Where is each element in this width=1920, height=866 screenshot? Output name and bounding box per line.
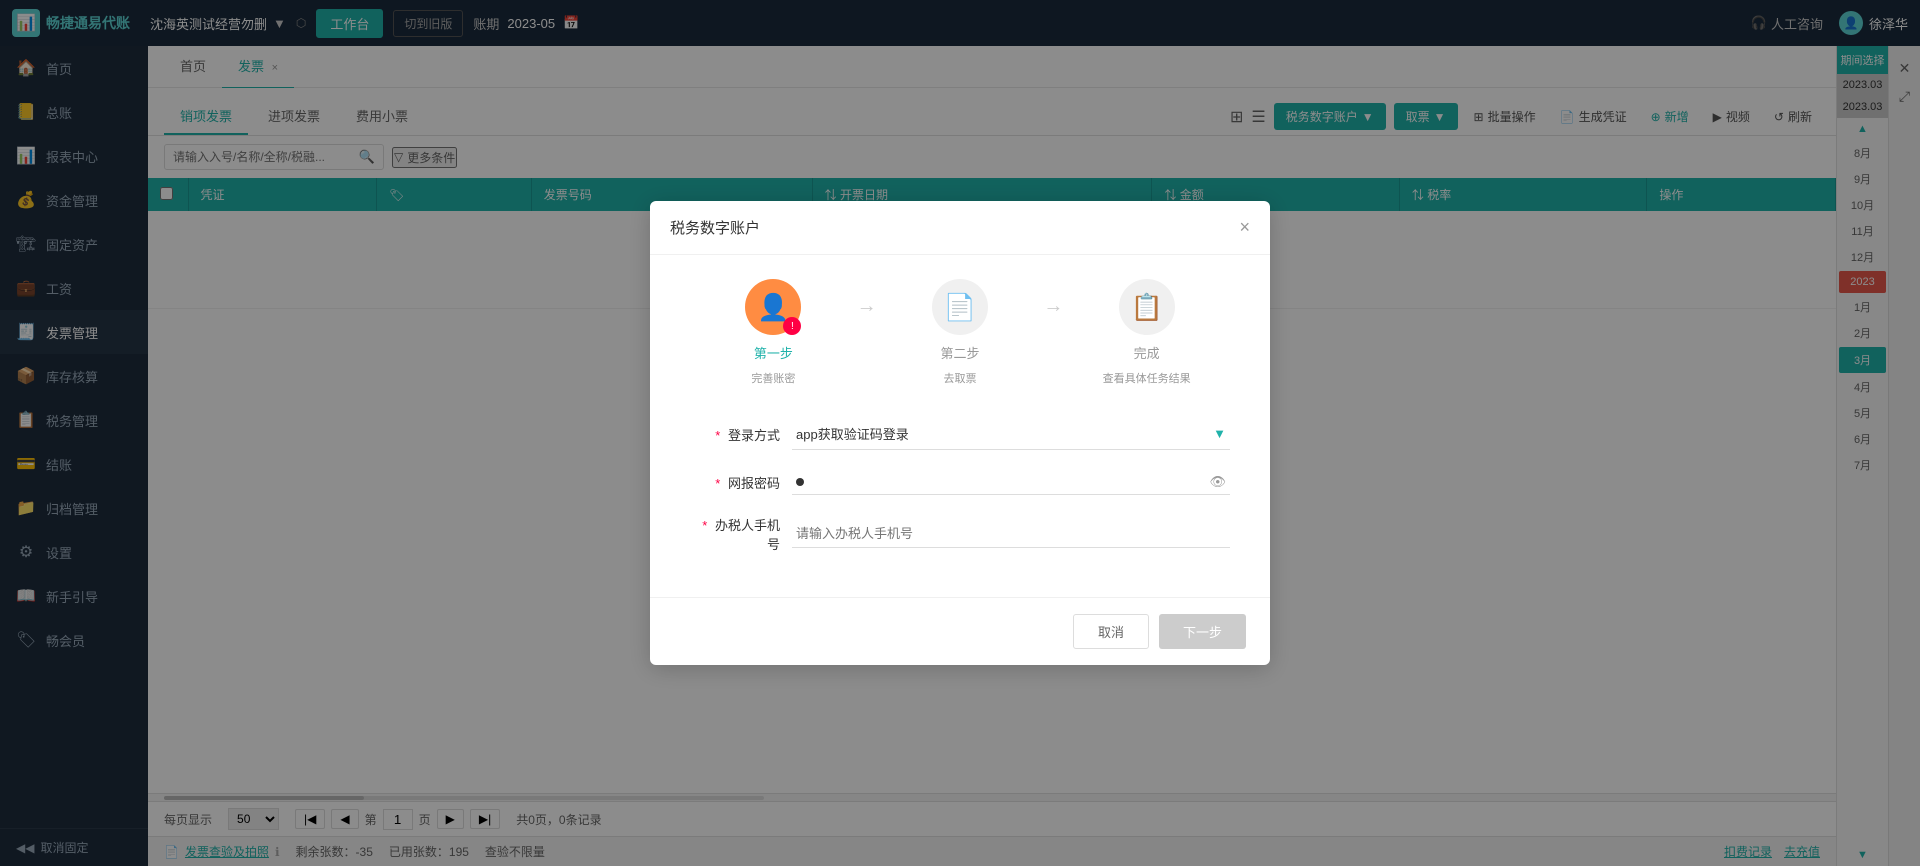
step-3-label: 完成 — [1134, 343, 1160, 362]
step-1-circle: 👤 ! — [745, 279, 801, 335]
login-method-value: app获取验证码登录 — [796, 424, 909, 443]
modal-title: 税务数字账户 — [670, 217, 760, 238]
phone-field-wrapper — [792, 520, 1230, 548]
step-2-icon: 📄 — [944, 292, 976, 323]
step-3: 📋 完成 查看具体任务结果 — [1063, 279, 1230, 386]
password-label: * 网报密码 — [690, 473, 780, 492]
step-1-icon: 👤 — [757, 292, 789, 323]
modal-footer: 取消 下一步 — [650, 597, 1270, 665]
step-2-circle: 📄 — [932, 279, 988, 335]
password-required-star: * — [715, 476, 720, 491]
login-method-select[interactable]: app获取验证码登录 ▼ — [792, 418, 1230, 450]
steps-container: 👤 ! 第一步 完善账密 → 📄 第二步 去取票 → — [690, 279, 1230, 386]
password-row: * 网报密码 👁 — [690, 470, 1230, 495]
modal-close-button[interactable]: × — [1239, 217, 1250, 238]
phone-required-star: * — [702, 518, 707, 533]
modal-overlay: 税务数字账户 × 👤 ! 第一步 完善账密 → — [0, 0, 1920, 866]
step-1-label: 第一步 — [754, 343, 793, 362]
login-method-arrow: ▼ — [1213, 426, 1226, 441]
modal-header: 税务数字账户 × — [650, 201, 1270, 255]
step-1-badge: ! — [783, 317, 801, 335]
step-3-desc: 查看具体任务结果 — [1103, 370, 1191, 386]
step-1-desc: 完善账密 — [751, 370, 795, 386]
step-2: 📄 第二步 去取票 — [877, 279, 1044, 386]
phone-label: * 办税人手机号 — [690, 515, 780, 553]
password-eye-icon[interactable]: 👁 — [1209, 474, 1226, 490]
phone-row: * 办税人手机号 — [690, 515, 1230, 553]
step-2-label: 第二步 — [941, 343, 980, 362]
next-button[interactable]: 下一步 — [1159, 614, 1246, 649]
modal-body: 👤 ! 第一步 完善账密 → 📄 第二步 去取票 → — [650, 255, 1270, 597]
step-arrow-1: → — [857, 279, 877, 318]
step-3-icon: 📋 — [1130, 292, 1162, 323]
step-2-desc: 去取票 — [944, 370, 977, 386]
login-required-star: * — [715, 428, 720, 443]
login-method-row: * 登录方式 app获取验证码登录 ▼ — [690, 418, 1230, 450]
login-method-label: * 登录方式 — [690, 425, 780, 444]
tax-digital-modal: 税务数字账户 × 👤 ! 第一步 完善账密 → — [650, 201, 1270, 665]
step-arrow-2: → — [1043, 279, 1063, 318]
step-3-circle: 📋 — [1119, 279, 1175, 335]
cancel-button[interactable]: 取消 — [1073, 614, 1149, 649]
password-dot — [796, 478, 804, 486]
phone-input[interactable] — [792, 520, 1230, 547]
password-field[interactable]: 👁 — [792, 470, 1230, 495]
step-1: 👤 ! 第一步 完善账密 — [690, 279, 857, 386]
